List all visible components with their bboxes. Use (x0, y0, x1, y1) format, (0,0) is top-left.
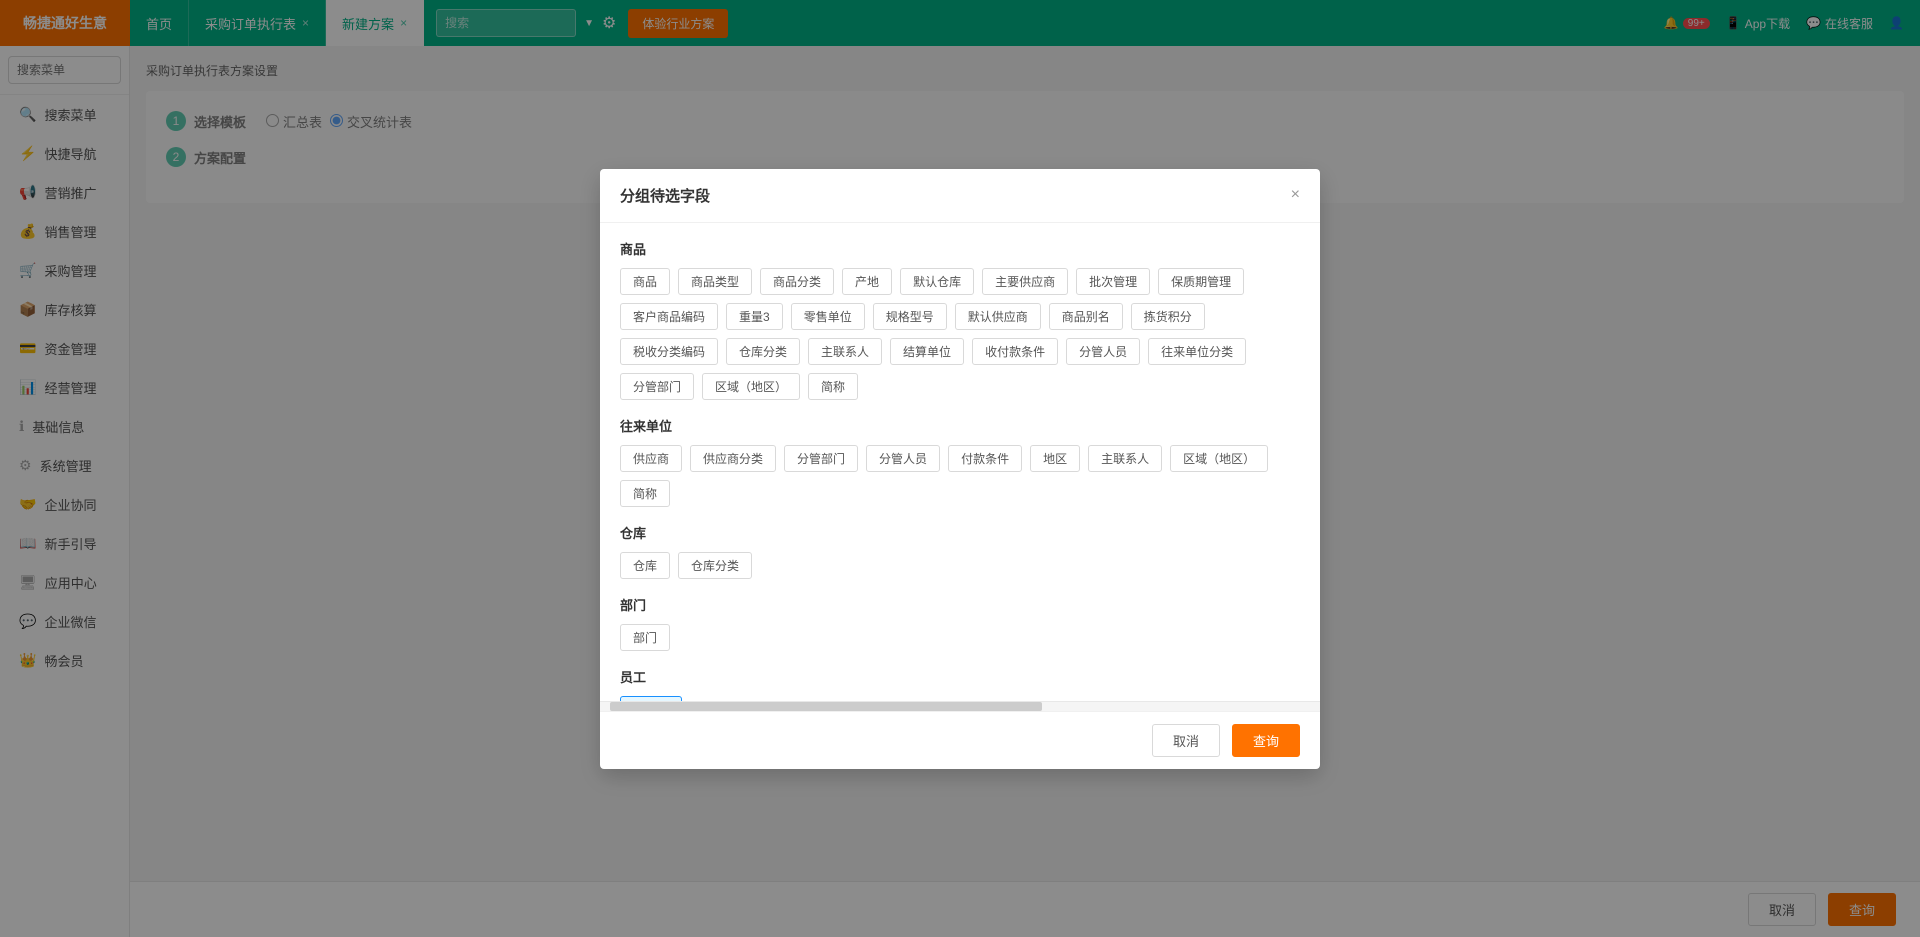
field-tag[interactable]: 分管部门 (784, 445, 858, 472)
section-department-grid: 部门 (620, 624, 1300, 651)
field-select-modal: 分组待选字段 × 商品 商品 商品类型 商品分类 产地 默认仓库 主要供应商 批… (600, 169, 1320, 769)
field-tag[interactable]: 保质期管理 (1158, 268, 1244, 295)
field-tag[interactable]: 商品分类 (760, 268, 834, 295)
field-tag[interactable]: 分管人员 (1066, 338, 1140, 365)
field-tag[interactable]: 付款条件 (948, 445, 1022, 472)
modal-overlay: 分组待选字段 × 商品 商品 商品类型 商品分类 产地 默认仓库 主要供应商 批… (0, 0, 1920, 937)
section-department: 部门 部门 (620, 595, 1300, 651)
section-partner: 往来单位 供应商 供应商分类 分管部门 分管人员 付款条件 地区 主联系人 区域… (620, 416, 1300, 507)
field-tag[interactable]: 默认供应商 (955, 303, 1041, 330)
field-tag[interactable]: 地区 (1030, 445, 1080, 472)
field-tag[interactable]: 主联系人 (808, 338, 882, 365)
field-tag[interactable]: 零售单位 (791, 303, 865, 330)
field-tag[interactable]: 规格型号 (873, 303, 947, 330)
field-tag[interactable]: 商品类型 (678, 268, 752, 295)
modal-header: 分组待选字段 × (600, 169, 1320, 223)
field-tag[interactable]: 重量3 (726, 303, 783, 330)
section-warehouse-title: 仓库 (620, 523, 1300, 542)
section-employee: 员工 业务员 (620, 667, 1300, 701)
field-tag[interactable]: 拣货积分 (1131, 303, 1205, 330)
modal-title: 分组待选字段 (620, 185, 710, 206)
section-warehouse-grid: 仓库 仓库分类 (620, 552, 1300, 579)
field-tag[interactable]: 分管人员 (866, 445, 940, 472)
field-tag[interactable]: 默认仓库 (900, 268, 974, 295)
section-partner-title: 往来单位 (620, 416, 1300, 435)
modal-horizontal-scrollbar[interactable] (600, 701, 1320, 711)
field-tag[interactable]: 主要供应商 (982, 268, 1068, 295)
field-tag[interactable]: 商品 (620, 268, 670, 295)
field-tag[interactable]: 分管部门 (620, 373, 694, 400)
field-tag[interactable]: 部门 (620, 624, 670, 651)
section-goods-grid: 商品 商品类型 商品分类 产地 默认仓库 主要供应商 批次管理 保质期管理 客户… (620, 268, 1300, 400)
field-tag[interactable]: 商品别名 (1049, 303, 1123, 330)
modal-confirm-btn[interactable]: 查询 (1232, 724, 1300, 757)
field-tag[interactable]: 批次管理 (1076, 268, 1150, 295)
modal-close-btn[interactable]: × (1291, 186, 1300, 204)
field-tag[interactable]: 主联系人 (1088, 445, 1162, 472)
section-partner-grid: 供应商 供应商分类 分管部门 分管人员 付款条件 地区 主联系人 区域（地区） … (620, 445, 1300, 507)
field-tag[interactable]: 供应商 (620, 445, 682, 472)
field-tag[interactable]: 客户商品编码 (620, 303, 718, 330)
field-tag[interactable]: 收付款条件 (972, 338, 1058, 365)
field-tag[interactable]: 区域（地区） (702, 373, 800, 400)
field-tag[interactable]: 供应商分类 (690, 445, 776, 472)
section-employee-title: 员工 (620, 667, 1300, 686)
field-tag[interactable]: 仓库分类 (678, 552, 752, 579)
field-tag[interactable]: 税收分类编码 (620, 338, 718, 365)
field-tag[interactable]: 简称 (620, 480, 670, 507)
section-department-title: 部门 (620, 595, 1300, 614)
section-goods: 商品 商品 商品类型 商品分类 产地 默认仓库 主要供应商 批次管理 保质期管理… (620, 239, 1300, 400)
modal-footer: 取消 查询 (600, 711, 1320, 769)
field-tag[interactable]: 仓库分类 (726, 338, 800, 365)
field-tag[interactable]: 区域（地区） (1170, 445, 1268, 472)
field-tag[interactable]: 结算单位 (890, 338, 964, 365)
section-warehouse: 仓库 仓库 仓库分类 (620, 523, 1300, 579)
section-goods-title: 商品 (620, 239, 1300, 258)
modal-body: 商品 商品 商品类型 商品分类 产地 默认仓库 主要供应商 批次管理 保质期管理… (600, 223, 1320, 701)
field-tag[interactable]: 仓库 (620, 552, 670, 579)
field-tag[interactable]: 简称 (808, 373, 858, 400)
field-tag[interactable]: 产地 (842, 268, 892, 295)
field-tag[interactable]: 往来单位分类 (1148, 338, 1246, 365)
modal-cancel-btn[interactable]: 取消 (1152, 724, 1220, 757)
